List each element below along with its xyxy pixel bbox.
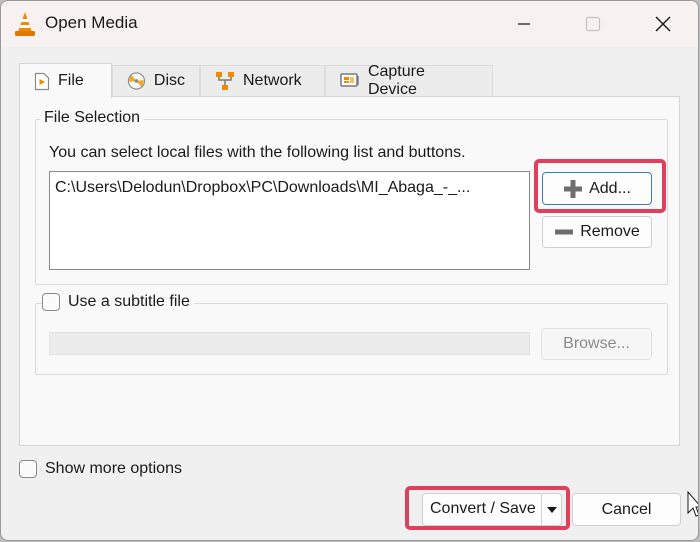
capture-card-icon [340, 73, 359, 87]
remove-file-label: Remove [580, 223, 640, 240]
tab-file-label: File [58, 72, 84, 89]
tab-disc-label: Disc [153, 72, 185, 89]
close-icon [655, 16, 671, 32]
cancel-label: Cancel [601, 500, 652, 518]
tab-capture-device-label: Capture Device [367, 63, 425, 98]
show-more-options-checkbox[interactable] [19, 460, 37, 478]
close-button[interactable] [640, 1, 686, 47]
add-file-button[interactable]: Add... [542, 172, 652, 205]
file-selection-legend: File Selection [40, 109, 145, 127]
network-icon [216, 72, 234, 90]
convert-save-button[interactable]: Convert / Save [422, 493, 562, 526]
subtitle-checkbox-row[interactable]: Use a subtitle file [42, 293, 194, 311]
file-play-icon [34, 72, 50, 90]
subtitle-path-input [49, 332, 530, 355]
show-more-options-label: Show more options [45, 460, 182, 477]
tab-disc[interactable]: Disc [112, 65, 200, 96]
maximize-button[interactable] [570, 1, 616, 47]
mouse-cursor-icon [687, 491, 698, 517]
show-more-options-row[interactable]: Show more options [19, 460, 182, 478]
minimize-button[interactable] [501, 1, 547, 47]
minus-icon [555, 229, 574, 235]
title-bar: Open Media [1, 1, 698, 47]
file-list[interactable]: C:\Users\Delodun\Dropbox\PC\Downloads\MI… [49, 171, 530, 270]
convert-save-dropdown[interactable] [542, 494, 562, 525]
convert-save-label: Convert / Save [430, 500, 536, 517]
add-file-label: Add... [589, 179, 631, 197]
open-media-dialog: Open Media File Disc Network Capture Dev… [0, 0, 699, 541]
caret-down-icon [547, 506, 557, 513]
tab-capture-device[interactable]: Capture Device [325, 63, 493, 98]
disc-icon [127, 72, 146, 90]
vlc-cone-icon [15, 12, 35, 36]
window-title: Open Media [45, 13, 138, 32]
remove-file-button[interactable]: Remove [542, 216, 652, 248]
maximize-icon [585, 16, 601, 32]
subtitle-checkbox[interactable] [42, 293, 60, 311]
tab-file[interactable]: File [19, 63, 112, 98]
browse-subtitle-button: Browse... [541, 328, 652, 360]
cancel-button[interactable]: Cancel [572, 493, 681, 526]
plus-icon [564, 179, 583, 198]
file-list-item[interactable]: C:\Users\Delodun\Dropbox\PC\Downloads\MI… [55, 179, 470, 197]
tab-network-label: Network [243, 72, 302, 89]
browse-subtitle-label: Browse... [563, 335, 630, 352]
tab-network[interactable]: Network [200, 65, 325, 96]
subtitle-checkbox-label: Use a subtitle file [68, 293, 190, 310]
minimize-icon [518, 23, 530, 25]
file-tab-panel: File Selection You can select local file… [19, 96, 680, 446]
file-selection-hint: You can select local files with the foll… [49, 144, 466, 161]
